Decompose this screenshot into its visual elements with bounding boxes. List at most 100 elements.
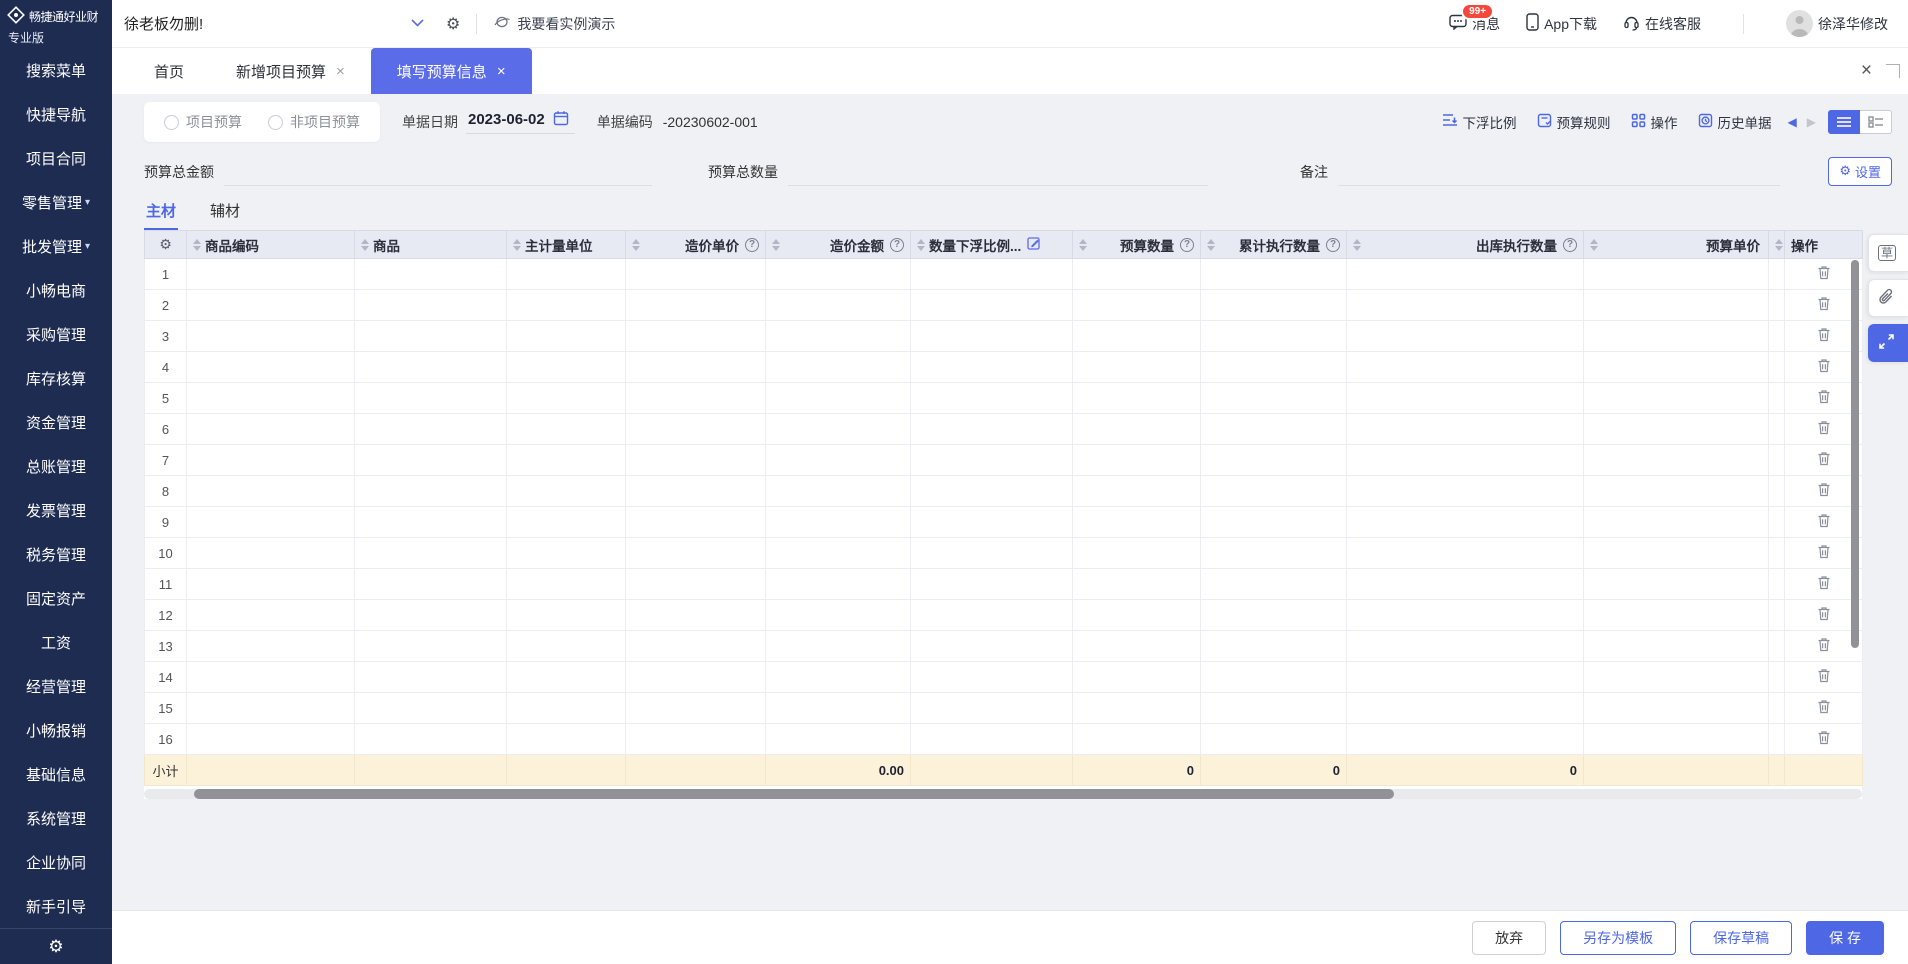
toolbar-action[interactable]: 操作 (1631, 112, 1678, 132)
sidebar-item[interactable]: 税务管理 (0, 532, 112, 576)
cell-cum_qty[interactable] (1200, 351, 1347, 383)
col-header-ops[interactable]: 操作 (1784, 230, 1863, 259)
cell-float_ratio[interactable] (910, 444, 1073, 476)
delete-row-icon[interactable] (1817, 544, 1831, 562)
col-header-unit[interactable]: 主计量单位 (506, 230, 626, 259)
cell-budget_price[interactable] (1583, 630, 1769, 662)
cell-float_ratio[interactable] (910, 506, 1073, 538)
remark-input[interactable] (1338, 162, 1780, 186)
sidebar-item[interactable]: 总账管理 (0, 444, 112, 488)
cell-cost_amount[interactable] (765, 382, 911, 414)
cell-name[interactable] (354, 661, 507, 693)
cell-unit[interactable] (506, 444, 626, 476)
cell-budget_qty[interactable] (1072, 599, 1201, 631)
sort-icon[interactable] (917, 238, 925, 251)
cell-budget_price[interactable] (1583, 475, 1769, 507)
cell-float_ratio[interactable] (910, 723, 1073, 755)
sort-icon[interactable] (1353, 238, 1361, 251)
cell-name[interactable] (354, 320, 507, 352)
cell-name[interactable] (354, 258, 507, 290)
cell-cost_price[interactable] (625, 692, 766, 724)
sort-icon[interactable] (361, 238, 369, 251)
cell-cum_qty[interactable] (1200, 537, 1347, 569)
sidebar-item[interactable]: 发票管理 (0, 488, 112, 532)
cell-cum_qty[interactable] (1200, 630, 1347, 662)
cell-float_ratio[interactable] (910, 413, 1073, 445)
cell-out_qty[interactable] (1346, 568, 1584, 600)
cell-name[interactable] (354, 723, 507, 755)
cell-unit[interactable] (506, 320, 626, 352)
delete-row-icon[interactable] (1817, 265, 1831, 283)
cell-code[interactable] (186, 351, 355, 383)
help-icon[interactable]: ? (745, 237, 759, 252)
delete-row-icon[interactable] (1817, 358, 1831, 376)
cell-budget_price[interactable] (1583, 599, 1769, 631)
cell-cost_price[interactable] (625, 661, 766, 693)
cell-code[interactable] (186, 475, 355, 507)
cell-cum_qty[interactable] (1200, 382, 1347, 414)
cell-cost_price[interactable] (625, 475, 766, 507)
cell-cost_price[interactable] (625, 444, 766, 476)
cell-budget_qty[interactable] (1072, 258, 1201, 290)
sort-icon[interactable] (632, 238, 640, 251)
cell-budget_price[interactable] (1583, 320, 1769, 352)
cell-extra[interactable] (1768, 444, 1785, 476)
close-icon[interactable]: × (1861, 60, 1872, 82)
cell-budget_price[interactable] (1583, 258, 1769, 290)
cell-float_ratio[interactable] (910, 475, 1073, 507)
cell-out_qty[interactable] (1346, 506, 1584, 538)
total-amount-input[interactable] (224, 162, 652, 186)
cell-name[interactable] (354, 599, 507, 631)
cell-cost_price[interactable] (625, 537, 766, 569)
cell-budget_qty[interactable] (1072, 320, 1201, 352)
save-draft-button[interactable]: 保存草稿 (1690, 920, 1793, 955)
cell-budget_price[interactable] (1583, 692, 1769, 724)
next-arrow-icon[interactable]: ▶ (1807, 115, 1816, 129)
cell-extra[interactable] (1768, 537, 1785, 569)
radio-project-budget[interactable]: 项目预算 (164, 112, 242, 132)
cell-cost_amount[interactable] (765, 289, 911, 321)
cell-unit[interactable] (506, 413, 626, 445)
cell-float_ratio[interactable] (910, 382, 1073, 414)
cell-unit[interactable] (506, 258, 626, 290)
sort-icon[interactable] (1775, 238, 1783, 251)
sidebar-item[interactable]: 企业协同 (0, 840, 112, 884)
cell-extra[interactable] (1768, 723, 1785, 755)
cell-extra[interactable] (1768, 692, 1785, 724)
sort-icon[interactable] (1079, 238, 1087, 251)
toolbar-action[interactable]: 预算规则 (1537, 112, 1611, 132)
org-dropdown[interactable]: 徐老板勿删! (124, 13, 424, 34)
cell-cost_price[interactable] (625, 630, 766, 662)
cell-extra[interactable] (1768, 382, 1785, 414)
cell-code[interactable] (186, 320, 355, 352)
close-tab-icon[interactable]: × (497, 63, 506, 80)
cell-budget_price[interactable] (1583, 444, 1769, 476)
cell-budget_qty[interactable] (1072, 444, 1201, 476)
user-menu[interactable]: 徐泽华修改 (1786, 10, 1888, 37)
cell-unit[interactable] (506, 506, 626, 538)
cell-ops[interactable] (1784, 661, 1863, 693)
sidebar-item[interactable]: 经营管理 (0, 664, 112, 708)
sidebar-item[interactable]: 采购管理 (0, 312, 112, 356)
delete-row-icon[interactable] (1817, 420, 1831, 438)
cell-float_ratio[interactable] (910, 537, 1073, 569)
cell-float_ratio[interactable] (910, 568, 1073, 600)
cell-code[interactable] (186, 444, 355, 476)
horizontal-scrollbar-thumb[interactable] (194, 789, 1394, 799)
cell-out_qty[interactable] (1346, 320, 1584, 352)
cell-cost_amount[interactable] (765, 351, 911, 383)
cell-float_ratio[interactable] (910, 289, 1073, 321)
cell-code[interactable] (186, 568, 355, 600)
cell-budget_price[interactable] (1583, 506, 1769, 538)
cell-extra[interactable] (1768, 661, 1785, 693)
cell-name[interactable] (354, 444, 507, 476)
cell-cum_qty[interactable] (1200, 258, 1347, 290)
save-as-template-button[interactable]: 另存为模板 (1560, 920, 1677, 955)
cell-cost_amount[interactable] (765, 413, 911, 445)
cell-cost_amount[interactable] (765, 475, 911, 507)
cell-out_qty[interactable] (1346, 444, 1584, 476)
cell-budget_price[interactable] (1583, 382, 1769, 414)
sidebar-settings-gear-icon[interactable]: ⚙ (0, 928, 112, 964)
cell-out_qty[interactable] (1346, 537, 1584, 569)
cell-name[interactable] (354, 692, 507, 724)
